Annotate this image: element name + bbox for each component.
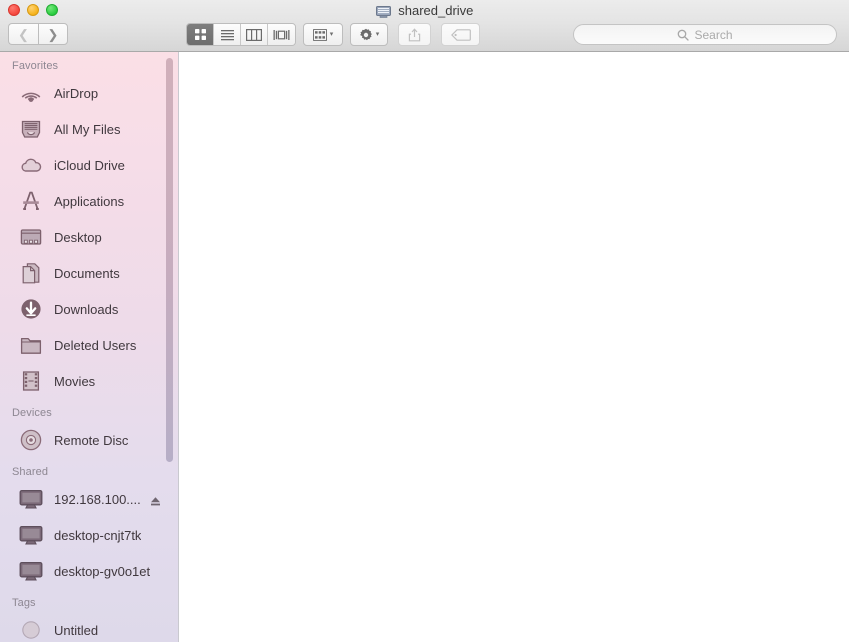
sidebar-section-shared: Shared (12, 466, 49, 478)
arrange-by-button[interactable]: ▾ (303, 23, 343, 46)
sidebar-item-label: Applications (54, 193, 125, 209)
sidebar-item-label: Remote Disc (54, 432, 129, 448)
airdrop-icon (18, 80, 44, 106)
sidebar-section-devices: Devices (12, 407, 52, 419)
documents-icon (18, 260, 44, 286)
sidebar-item-desktop[interactable]: Desktop (0, 219, 178, 255)
sidebar-item-label: desktop-cnjt7tk (54, 527, 142, 543)
view-switcher (186, 23, 296, 46)
list-icon (220, 30, 234, 41)
sidebar-item-label: All My Files (54, 121, 121, 137)
sidebar-item-label: Desktop (54, 229, 102, 245)
sidebar-item-label: Downloads (54, 301, 119, 317)
icloud-drive-icon (18, 152, 44, 178)
sidebar-section-tags: Tags (12, 597, 36, 609)
edit-tags-button[interactable] (441, 23, 480, 46)
all-my-files-icon (18, 116, 44, 142)
navigation-buttons: ❮ ❯ (8, 23, 68, 45)
sidebar-item-shared-desktop-gv0o1et[interactable]: desktop-gv0o1et (0, 553, 178, 589)
computer-icon (18, 522, 44, 548)
sidebar-item-label: Documents (54, 265, 120, 281)
sidebar-item-label: iCloud Drive (54, 157, 125, 173)
sidebar-item-label: Movies (54, 373, 96, 389)
icon-view-button[interactable] (187, 24, 214, 45)
window-title-text: shared_drive (398, 3, 474, 18)
share-button[interactable] (398, 23, 431, 46)
folder-icon (18, 332, 44, 358)
forward-button[interactable]: ❯ (38, 23, 68, 45)
minimize-button[interactable] (27, 4, 39, 16)
applications-icon (18, 188, 44, 214)
gear-icon (359, 28, 372, 40)
computer-icon (18, 486, 44, 512)
share-icon (408, 27, 421, 41)
arrange-grid-icon (312, 28, 327, 41)
sidebar-item-deleted-users[interactable]: Deleted Users (0, 327, 178, 363)
search-icon (678, 29, 690, 41)
eject-icon[interactable] (150, 494, 160, 506)
coverflow-icon (273, 29, 290, 40)
window-title: shared_drive (0, 2, 849, 22)
finder-window: shared_drive ❮ ❯ ▾ ▾ Search Favorites Ai… (0, 0, 849, 642)
disc-icon (18, 427, 44, 453)
sidebar-item-shared-desktop-cnjt7tk[interactable]: desktop-cnjt7tk (0, 517, 178, 553)
sidebar-scrollbar[interactable] (166, 58, 173, 462)
sidebar-item-label: Untitled (54, 622, 99, 638)
chevron-left-icon: ❮ (18, 26, 29, 42)
sidebar-section-favorites: Favorites (12, 60, 59, 72)
sidebar-item-remote-disc[interactable]: Remote Disc (0, 422, 178, 458)
chevron-down-icon: ▾ (329, 31, 334, 38)
columns-icon (246, 28, 262, 41)
sidebar-item-shared-server-ip[interactable]: 192.168.100.... (0, 481, 178, 517)
sidebar-item-airdrop[interactable]: AirDrop (0, 75, 178, 111)
maximize-button[interactable] (46, 4, 58, 16)
sidebar-item-tag-untitled[interactable]: Untitled (0, 612, 178, 642)
sidebar-item-label: AirDrop (54, 85, 99, 101)
chevron-down-icon: ▾ (375, 31, 380, 38)
traffic-light-controls (8, 4, 58, 16)
back-button[interactable]: ❮ (8, 23, 38, 45)
sidebar-item-label: Deleted Users (54, 337, 137, 353)
grid-icon (194, 29, 206, 40)
column-view-button[interactable] (241, 24, 268, 45)
list-view-button[interactable] (214, 24, 241, 45)
action-menu-button[interactable]: ▾ (350, 23, 388, 46)
sidebar-item-label: desktop-gv0o1et (54, 563, 151, 579)
tag-icon (450, 28, 471, 41)
server-drive-icon (375, 5, 391, 22)
sidebar: Favorites AirDrop All My Files iCloud Dr… (0, 52, 179, 642)
search-field[interactable]: Search (573, 24, 837, 45)
desktop-folder-icon (18, 224, 44, 250)
sidebar-item-downloads[interactable]: Downloads (0, 291, 178, 327)
sidebar-item-all-my-files[interactable]: All My Files (0, 111, 178, 147)
sidebar-item-movies[interactable]: Movies (0, 363, 178, 399)
sidebar-item-documents[interactable]: Documents (0, 255, 178, 291)
sidebar-item-applications[interactable]: Applications (0, 183, 178, 219)
search-placeholder: Search (694, 27, 733, 42)
file-list-area[interactable] (180, 52, 849, 642)
sidebar-item-label: 192.168.100.... (54, 491, 141, 507)
computer-icon (18, 558, 44, 584)
close-button[interactable] (8, 4, 20, 16)
chevron-right-icon: ❯ (47, 26, 59, 42)
tag-circle-icon (18, 617, 44, 642)
sidebar-item-icloud-drive[interactable]: iCloud Drive (0, 147, 178, 183)
window-titlebar: shared_drive ❮ ❯ ▾ ▾ Search (0, 0, 849, 52)
movies-icon (18, 368, 44, 394)
downloads-icon (18, 296, 44, 322)
coverflow-view-button[interactable] (268, 24, 295, 45)
